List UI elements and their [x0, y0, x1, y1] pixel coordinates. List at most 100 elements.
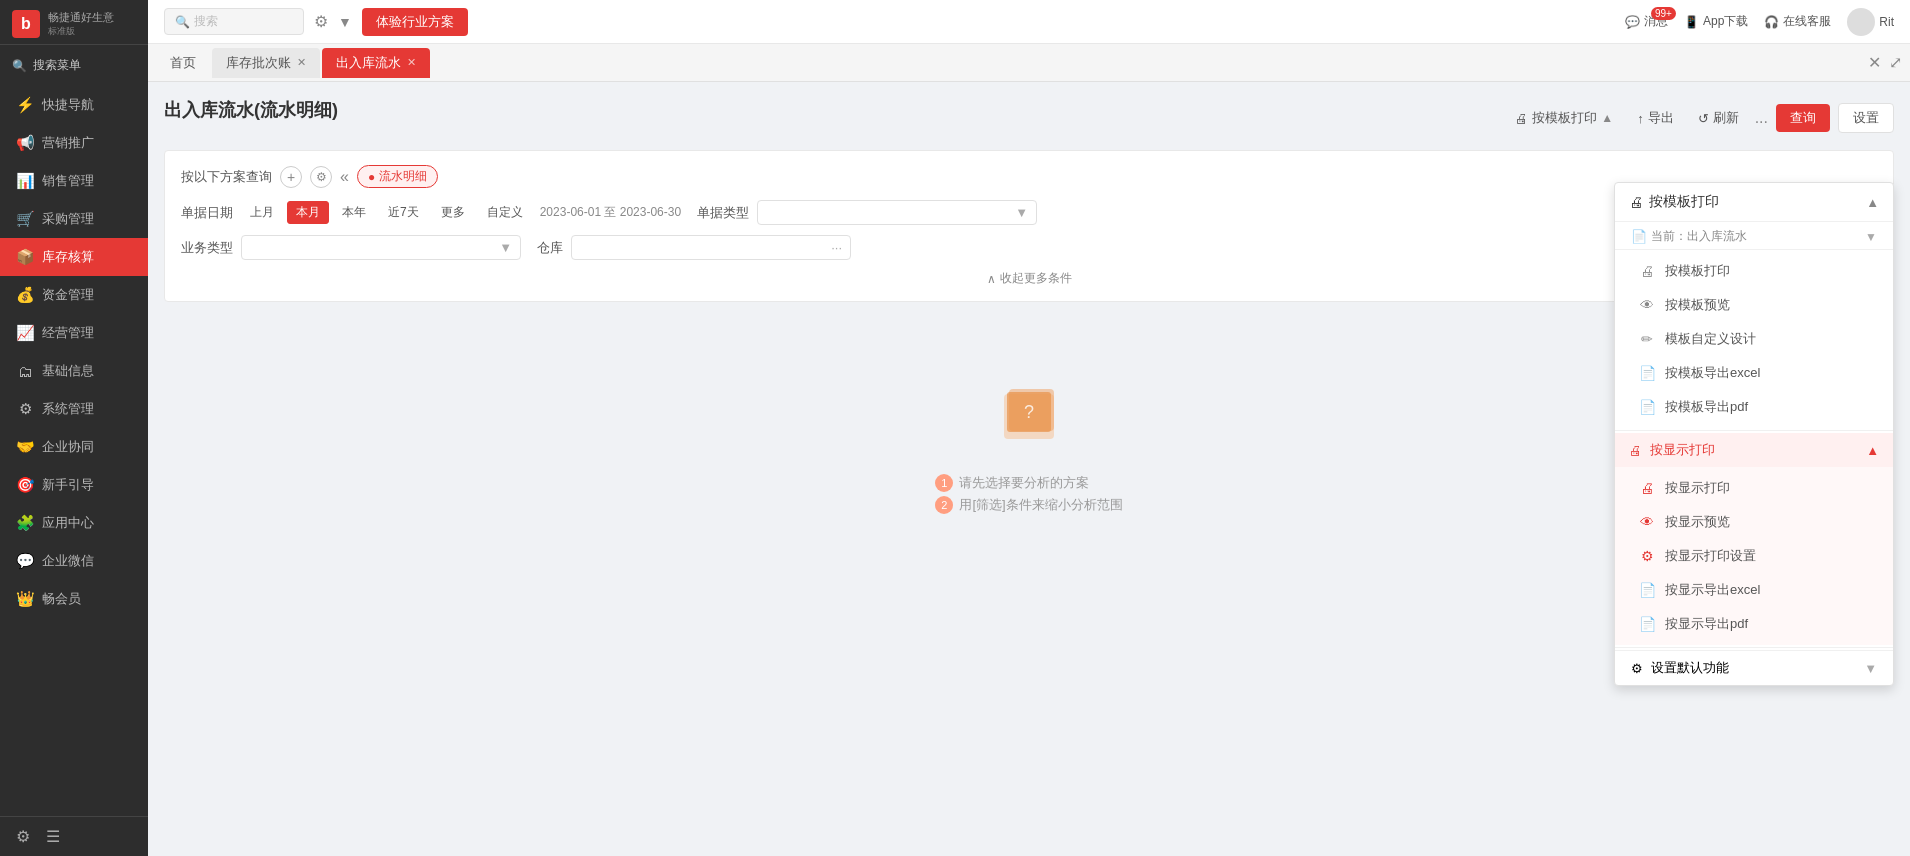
display-print-item[interactable]: 🖨 按显示打印: [1615, 471, 1893, 505]
sidebar-item-label: 基础信息: [42, 362, 94, 380]
display-export-excel-item[interactable]: 📄 按显示导出excel: [1615, 573, 1893, 607]
topbar-settings-icon[interactable]: ⚙: [314, 12, 328, 31]
search-menu-item[interactable]: 🔍 搜索菜单: [12, 53, 136, 78]
sidebar: b 畅捷通好生意 标准版 🔍 搜索菜单 ⚡ 快捷导航 📢 营销推广 📊 销售管理…: [0, 0, 148, 856]
refresh-icon: ↺: [1698, 111, 1709, 126]
online-service-button[interactable]: 🎧 在线客服: [1764, 13, 1831, 30]
tab-home[interactable]: 首页: [156, 48, 210, 78]
sidebar-item-purchase[interactable]: 🛒 采购管理: [0, 200, 148, 238]
tabbar-right: ✕ ⤢: [1868, 53, 1902, 72]
date-btn-more[interactable]: 更多: [432, 201, 474, 224]
template-print-item[interactable]: 🖨 按模板打印: [1615, 254, 1893, 288]
sidebar-item-newbie[interactable]: 🎯 新手引导: [0, 466, 148, 504]
topbar-dropdown-icon[interactable]: ▼: [338, 14, 352, 30]
date-btn-this-month[interactable]: 本月: [287, 201, 329, 224]
display-print-section-label: 🖨 按显示打印: [1629, 441, 1715, 459]
warehouse-select[interactable]: ···: [571, 235, 851, 260]
phone-icon: 📱: [1684, 15, 1699, 29]
system-icon: ⚙: [16, 400, 34, 418]
sidebar-item-system[interactable]: ⚙ 系统管理: [0, 390, 148, 428]
dropdown-title: 🖨 按模板打印: [1629, 193, 1719, 211]
footer-arrow: ▼: [1864, 661, 1877, 676]
dropdown-collapse-icon[interactable]: ▲: [1866, 195, 1879, 210]
filter-setting-button[interactable]: ⚙: [310, 166, 332, 188]
sidebar-item-label: 应用中心: [42, 514, 94, 532]
sidebar-item-wechat[interactable]: 💬 企业微信: [0, 542, 148, 580]
collapse-menu-icon[interactable]: ☰: [46, 827, 60, 846]
industry-solution-button[interactable]: 体验行业方案: [362, 8, 468, 36]
export-icon: ↑: [1637, 111, 1644, 126]
date-btn-this-year[interactable]: 本年: [333, 201, 375, 224]
sidebar-item-base[interactable]: 🗂 基础信息: [0, 352, 148, 390]
query-button[interactable]: 查询: [1776, 104, 1830, 132]
filter-label: 按以下方案查询: [181, 168, 272, 186]
tab-batch-account[interactable]: 库存批次账 ✕: [212, 48, 320, 78]
sidebar-item-sales[interactable]: 📊 销售管理: [0, 162, 148, 200]
filter-add-button[interactable]: +: [280, 166, 302, 188]
template-export-excel-label: 按模板导出excel: [1665, 364, 1760, 382]
settings-icon[interactable]: ⚙: [16, 827, 30, 846]
print-title-icon: 🖨: [1629, 194, 1643, 210]
topbar: 🔍 搜索 ⚙ ▼ 体验行业方案 💬 消息 99+ 📱 App下载 🎧 在线客服: [148, 0, 1910, 44]
sidebar-item-label: 营销推广: [42, 134, 94, 152]
tab-inout-flow-close[interactable]: ✕: [407, 56, 416, 69]
tab-inout-flow[interactable]: 出入库流水 ✕: [322, 48, 430, 78]
template-export-excel-item[interactable]: 📄 按模板导出excel: [1615, 356, 1893, 390]
template-design-item[interactable]: ✏ 模板自定义设计: [1615, 322, 1893, 356]
filter-collapse-icon[interactable]: «: [340, 168, 349, 186]
message-button[interactable]: 💬 消息 99+: [1625, 13, 1668, 30]
sidebar-item-appstore[interactable]: 🧩 应用中心: [0, 504, 148, 542]
template-preview-label: 按模板预览: [1665, 296, 1730, 314]
app-download-button[interactable]: 📱 App下载: [1684, 13, 1748, 30]
expand-window-icon[interactable]: ⤢: [1889, 53, 1902, 72]
settings-button[interactable]: 设置: [1838, 103, 1894, 133]
sales-icon: 📊: [16, 172, 34, 190]
topbar-search-icon: 🔍: [175, 15, 190, 29]
sidebar-search-section[interactable]: 🔍 搜索菜单: [0, 45, 148, 86]
template-preview-icon: 👁: [1639, 297, 1655, 313]
sidebar-item-quick-nav[interactable]: ⚡ 快捷导航: [0, 86, 148, 124]
refresh-button[interactable]: ↺ 刷新: [1690, 105, 1747, 131]
tab-home-label: 首页: [170, 54, 196, 72]
date-btn-7days[interactable]: 近7天: [379, 201, 428, 224]
template-preview-item[interactable]: 👁 按模板预览: [1615, 288, 1893, 322]
dropdown-footer[interactable]: ⚙ 设置默认功能 ▼: [1615, 650, 1893, 685]
topbar-search[interactable]: 🔍 搜索: [164, 8, 304, 35]
tab-batch-account-label: 库存批次账: [226, 54, 291, 72]
close-window-icon[interactable]: ✕: [1868, 53, 1881, 72]
display-print-section-header[interactable]: 🖨 按显示打印 ▲: [1615, 433, 1893, 467]
search-icon: 🔍: [12, 59, 27, 73]
sidebar-item-operations[interactable]: 📈 经营管理: [0, 314, 148, 352]
newbie-icon: 🎯: [16, 476, 34, 494]
user-menu[interactable]: Rit: [1847, 8, 1894, 36]
display-export-pdf-item[interactable]: 📄 按显示导出pdf: [1615, 607, 1893, 641]
date-btn-custom[interactable]: 自定义: [478, 201, 532, 224]
date-btn-last-month[interactable]: 上月: [241, 201, 283, 224]
export-button[interactable]: ↑ 导出: [1629, 105, 1682, 131]
collapse-button[interactable]: ∧ 收起更多条件: [987, 270, 1072, 287]
display-print-settings-item[interactable]: ⚙ 按显示打印设置: [1615, 539, 1893, 573]
tab-batch-account-close[interactable]: ✕: [297, 56, 306, 69]
more-options-button[interactable]: ...: [1755, 109, 1768, 127]
sidebar-item-corp[interactable]: 🤝 企业协同: [0, 428, 148, 466]
dropdown-header: 🖨 按模板打印 ▲: [1615, 183, 1893, 222]
sidebar-item-inventory[interactable]: 📦 库存核算: [0, 238, 148, 276]
template-export-pdf-item[interactable]: 📄 按模板导出pdf: [1615, 390, 1893, 424]
inventory-icon: 📦: [16, 248, 34, 266]
toolbar-right: 🖨 按模板打印 ▲ ↑ 导出 ↺ 刷新 ... 查询 设置: [1507, 103, 1894, 133]
print-button[interactable]: 🖨 按模板打印 ▲: [1507, 105, 1621, 131]
filter-warehouse-item: 仓库 ···: [537, 235, 851, 260]
filter-tag-flow-detail[interactable]: ● 流水明细: [357, 165, 438, 188]
display-preview-item[interactable]: 👁 按显示预览: [1615, 505, 1893, 539]
voucher-type-select[interactable]: ▼: [757, 200, 1037, 225]
sidebar-item-finance[interactable]: 💰 资金管理: [0, 276, 148, 314]
template-design-label: 模板自定义设计: [1665, 330, 1756, 348]
tabbar: 首页 库存批次账 ✕ 出入库流水 ✕ ✕ ⤢: [148, 44, 1910, 82]
dropdown-current: 📄 当前：出入库流水 ▼: [1615, 222, 1893, 250]
sidebar-item-member[interactable]: 👑 畅会员: [0, 580, 148, 618]
sidebar-item-label: 经营管理: [42, 324, 94, 342]
business-type-label: 业务类型: [181, 239, 233, 257]
sidebar-item-label: 库存核算: [42, 248, 94, 266]
business-type-select[interactable]: ▼: [241, 235, 521, 260]
sidebar-item-marketing[interactable]: 📢 营销推广: [0, 124, 148, 162]
